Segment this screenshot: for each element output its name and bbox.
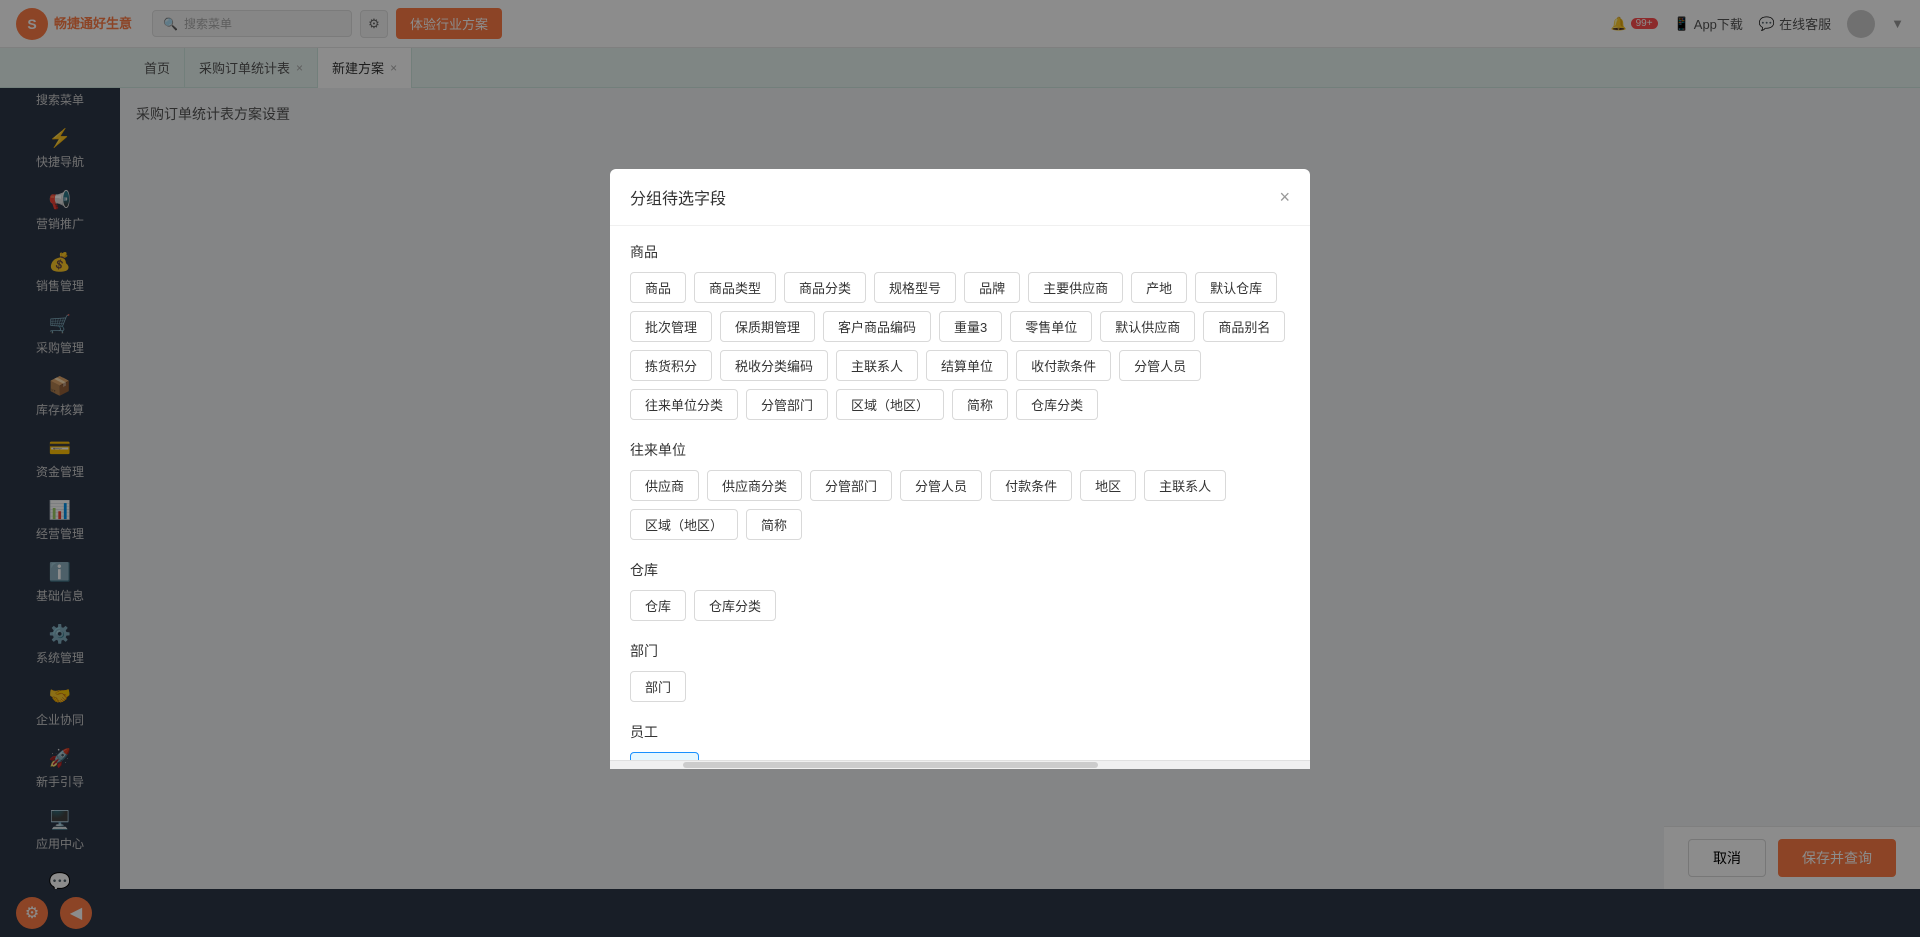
section-title-partner: 往来单位 [630, 440, 1290, 460]
field-tag[interactable]: 零售单位 [1010, 311, 1092, 342]
field-tag[interactable]: 往来单位分类 [630, 389, 738, 420]
field-tags-product: 商品商品类型商品分类规格型号品牌主要供应商产地默认仓库批次管理保质期管理客户商品… [630, 272, 1290, 420]
field-tag[interactable]: 分管部门 [746, 389, 828, 420]
field-tags-department: 部门 [630, 671, 1290, 702]
field-tag[interactable]: 结算单位 [926, 350, 1008, 381]
field-tags-employee: 业务员 [630, 752, 1290, 761]
field-tag[interactable]: 部门 [630, 671, 686, 702]
field-tag[interactable]: 简称 [746, 509, 802, 540]
field-tag[interactable]: 商品别名 [1203, 311, 1285, 342]
field-tag[interactable]: 主要供应商 [1028, 272, 1123, 303]
field-tag[interactable]: 分管人员 [900, 470, 982, 501]
field-tag[interactable]: 批次管理 [630, 311, 712, 342]
field-tag[interactable]: 付款条件 [990, 470, 1072, 501]
section-title-warehouse: 仓库 [630, 560, 1290, 580]
field-tag[interactable]: 分管部门 [810, 470, 892, 501]
field-tag[interactable]: 商品分类 [784, 272, 866, 303]
field-tags-warehouse: 仓库仓库分类 [630, 590, 1290, 621]
field-tags-partner: 供应商供应商分类分管部门分管人员付款条件地区主联系人区域（地区） 简称 [630, 470, 1290, 540]
field-tag[interactable]: 主联系人 [836, 350, 918, 381]
section-title-product: 商品 [630, 242, 1290, 262]
field-tag[interactable]: 品牌 [964, 272, 1020, 303]
field-tag[interactable]: 规格型号 [874, 272, 956, 303]
field-tag[interactable]: 默认仓库 [1195, 272, 1277, 303]
field-tag[interactable]: 供应商分类 [707, 470, 802, 501]
field-tag[interactable]: 税收分类编码 [720, 350, 828, 381]
modal-dialog: 分组待选字段 × 商品商品商品类型商品分类规格型号品牌主要供应商产地默认仓库批次… [610, 169, 1310, 769]
section-department: 部门部门 [630, 641, 1290, 702]
field-tag[interactable]: 简称 [952, 389, 1008, 420]
field-tag[interactable]: 收付款条件 [1016, 350, 1111, 381]
section-warehouse: 仓库仓库仓库分类 [630, 560, 1290, 621]
field-tag[interactable]: 商品 [630, 272, 686, 303]
modal-body: 商品商品商品类型商品分类规格型号品牌主要供应商产地默认仓库批次管理保质期管理客户… [610, 226, 1310, 761]
field-tag[interactable]: 区域（地区） [836, 389, 944, 420]
modal-close-button[interactable]: × [1279, 188, 1290, 206]
modal-overlay: 分组待选字段 × 商品商品商品类型商品分类规格型号品牌主要供应商产地默认仓库批次… [0, 0, 1920, 937]
modal-header: 分组待选字段 × [610, 169, 1310, 226]
modal-scroll-track [610, 760, 1310, 768]
section-employee: 员工业务员 [630, 722, 1290, 761]
field-tag[interactable]: 区域（地区） [630, 509, 738, 540]
section-title-employee: 员工 [630, 722, 1290, 742]
section-title-department: 部门 [630, 641, 1290, 661]
field-tag[interactable]: 拣货积分 [630, 350, 712, 381]
field-tag[interactable]: 客户商品编码 [823, 311, 931, 342]
field-tag[interactable]: 默认供应商 [1100, 311, 1195, 342]
field-tag[interactable]: 仓库分类 [1016, 389, 1098, 420]
field-tag[interactable]: 重量3 [939, 311, 1002, 342]
field-tag[interactable]: 保质期管理 [720, 311, 815, 342]
field-tag[interactable]: 供应商 [630, 470, 699, 501]
field-tag[interactable]: 仓库 [630, 590, 686, 621]
section-partner: 往来单位供应商供应商分类分管部门分管人员付款条件地区主联系人区域（地区） 简称 [630, 440, 1290, 540]
field-tag[interactable]: 商品类型 [694, 272, 776, 303]
field-tag[interactable]: 业务员 [630, 752, 699, 761]
modal-scroll-thumb [683, 762, 1098, 768]
modal-title: 分组待选字段 [630, 185, 726, 209]
field-tag[interactable]: 地区 [1080, 470, 1136, 501]
field-tag[interactable]: 产地 [1131, 272, 1187, 303]
section-product: 商品商品商品类型商品分类规格型号品牌主要供应商产地默认仓库批次管理保质期管理客户… [630, 242, 1290, 420]
field-tag[interactable]: 分管人员 [1119, 350, 1201, 381]
field-tag[interactable]: 仓库分类 [694, 590, 776, 621]
field-tag[interactable]: 主联系人 [1144, 470, 1226, 501]
